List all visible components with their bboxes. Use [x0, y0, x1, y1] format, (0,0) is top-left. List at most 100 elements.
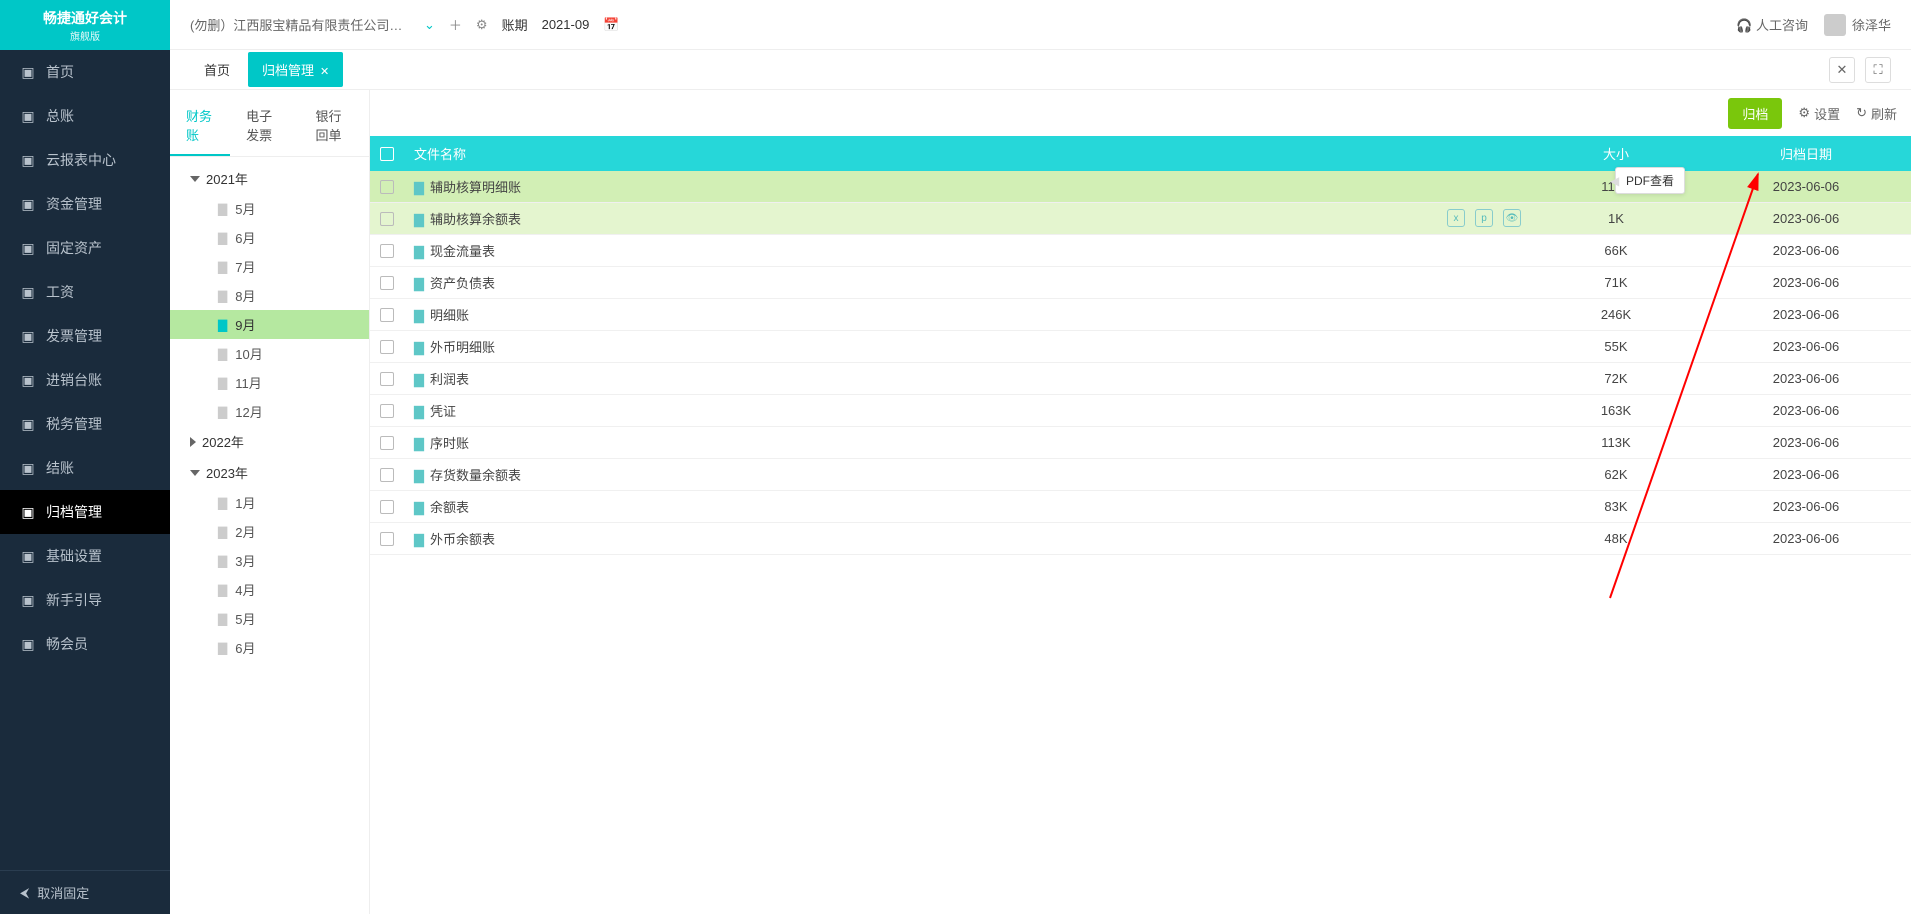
sidebar-item-2[interactable]: ▣云报表中心 [0, 138, 170, 182]
sidebar-item-13[interactable]: ▣畅会员 [0, 622, 170, 666]
tab-0[interactable]: 首页 [190, 52, 244, 87]
sidebar-footer-label: 取消固定 [37, 883, 89, 902]
sidebar-item-3[interactable]: ▣资金管理 [0, 182, 170, 226]
row-checkbox[interactable] [380, 500, 394, 514]
subtab-2[interactable]: 银行回单 [300, 96, 369, 156]
folder-icon: ▇ [218, 641, 227, 655]
tree-year-1[interactable]: 2022年 [170, 426, 369, 457]
tree-month-0-2[interactable]: ▇7月 [170, 252, 369, 281]
sidebar-item-1[interactable]: ▣总账 [0, 94, 170, 138]
tree-month-0-7[interactable]: ▇12月 [170, 397, 369, 426]
file-size: 66K [1531, 235, 1701, 267]
download-excel-icon[interactable]: x [1447, 209, 1465, 227]
close-icon[interactable]: ✕ [320, 66, 329, 78]
folder-icon: ▇ [414, 372, 424, 387]
folder-icon: ▇ [414, 340, 424, 355]
subtab-1[interactable]: 电子发票 [230, 96, 299, 156]
tree-month-0-3[interactable]: ▇8月 [170, 281, 369, 310]
table-row[interactable]: ▇现金流量表66K2023-06-06 [370, 235, 1911, 267]
sidebar-item-8[interactable]: ▣税务管理 [0, 402, 170, 446]
sidebar-item-6[interactable]: ▣发票管理 [0, 314, 170, 358]
table-row[interactable]: ▇明细账246K2023-06-06 [370, 299, 1911, 331]
month-label: 2月 [235, 522, 255, 541]
row-checkbox[interactable] [380, 276, 394, 290]
pdf-view-icon[interactable]: 👁 [1503, 209, 1521, 227]
folder-icon: ▇ [218, 612, 227, 626]
period-value[interactable]: 2021-09 [542, 17, 590, 32]
download-pdf-icon[interactable]: p [1475, 209, 1493, 227]
user-menu[interactable]: 徐泽华 [1824, 14, 1891, 36]
table-row[interactable]: ▇外币余额表48K2023-06-06 [370, 523, 1911, 555]
gear-icon: ⚙ [1798, 105, 1810, 121]
tab-1[interactable]: 归档管理✕ [248, 52, 343, 87]
table-row[interactable]: ▇存货数量余额表62K2023-06-06 [370, 459, 1911, 491]
row-checkbox[interactable] [380, 468, 394, 482]
content: 财务账电子发票银行回单 2021年▇5月▇6月▇7月▇8月▇9月▇10月▇11月… [170, 90, 1911, 914]
tree-month-0-5[interactable]: ▇10月 [170, 339, 369, 368]
sidebar-item-4[interactable]: ▣固定资产 [0, 226, 170, 270]
tree-month-0-1[interactable]: ▇6月 [170, 223, 369, 252]
subtab-0[interactable]: 财务账 [170, 96, 230, 156]
folder-icon: ▇ [218, 583, 227, 597]
gear-icon[interactable]: ⚙ [476, 17, 488, 33]
row-checkbox[interactable] [380, 212, 394, 226]
tree-month-0-4[interactable]: ▇9月 [170, 310, 369, 339]
row-checkbox[interactable] [380, 436, 394, 450]
tree-month-2-1[interactable]: ▇2月 [170, 517, 369, 546]
sidebar-item-12[interactable]: ▣新手引导 [0, 578, 170, 622]
row-checkbox[interactable] [380, 372, 394, 386]
table-row[interactable]: ▇利润表72K2023-06-06 [370, 363, 1911, 395]
sidebar-item-9[interactable]: ▣结账 [0, 446, 170, 490]
table-row[interactable]: ▇序时账113K2023-06-06 [370, 427, 1911, 459]
row-checkbox[interactable] [380, 340, 394, 354]
sidebar-unpin[interactable]: ⮜ 取消固定 [0, 870, 170, 914]
fullscreen-button[interactable]: ⛶ [1865, 57, 1891, 83]
table-row[interactable]: ▇外币明细账55K2023-06-06 [370, 331, 1911, 363]
row-checkbox[interactable] [380, 308, 394, 322]
table-row[interactable]: ▇余额表83K2023-06-06 [370, 491, 1911, 523]
table-row[interactable]: ▇凭证163K2023-06-06 [370, 395, 1911, 427]
file-name: 存货数量余额表 [430, 468, 521, 483]
tree-month-2-5[interactable]: ▇6月 [170, 633, 369, 662]
tree-year-0[interactable]: 2021年 [170, 163, 369, 194]
archive-date: 2023-06-06 [1701, 299, 1911, 331]
tree-month-0-0[interactable]: ▇5月 [170, 194, 369, 223]
refresh-link[interactable]: ↻ 刷新 [1856, 104, 1897, 123]
row-checkbox[interactable] [380, 244, 394, 258]
col-date: 归档日期 [1701, 136, 1911, 171]
add-icon[interactable]: ＋ [449, 15, 462, 34]
tree-month-2-0[interactable]: ▇1月 [170, 488, 369, 517]
sidebar-item-label: 首页 [46, 62, 74, 82]
company-selector[interactable]: (勿删）江西服宝精品有限责任公司（... [190, 15, 410, 34]
tax-icon: ▣ [20, 416, 36, 432]
chevron-down-icon[interactable]: ⌄ [424, 17, 435, 33]
tree-month-2-4[interactable]: ▇5月 [170, 604, 369, 633]
archive-date: 2023-06-06 [1701, 395, 1911, 427]
table-row[interactable]: ▇资产负债表71K2023-06-06 [370, 267, 1911, 299]
tree-month-2-3[interactable]: ▇4月 [170, 575, 369, 604]
calendar-icon[interactable]: 📅 [603, 17, 619, 33]
file-size: 55K [1531, 331, 1701, 363]
tree-month-2-2[interactable]: ▇3月 [170, 546, 369, 575]
table-row[interactable]: ▇辅助核算余额表xp👁1K2023-06-06 [370, 203, 1911, 235]
sidebar-item-11[interactable]: ▣基础设置 [0, 534, 170, 578]
file-name: 辅助核算余额表 [430, 212, 521, 227]
row-checkbox[interactable] [380, 532, 394, 546]
tree-year-2[interactable]: 2023年 [170, 457, 369, 488]
row-checkbox[interactable] [380, 180, 394, 194]
sidebar-item-0[interactable]: ▣首页 [0, 50, 170, 94]
tree-month-0-6[interactable]: ▇11月 [170, 368, 369, 397]
file-name: 凭证 [430, 404, 456, 419]
sidebar-item-5[interactable]: ▣工资 [0, 270, 170, 314]
archive-button[interactable]: 归档 [1728, 98, 1782, 129]
close-all-tabs-button[interactable]: ✕ [1829, 57, 1855, 83]
folder-icon: ▇ [414, 468, 424, 483]
sub-tabs: 财务账电子发票银行回单 [170, 96, 369, 157]
help-link[interactable]: 🎧 人工咨询 [1736, 15, 1808, 34]
sidebar-item-10[interactable]: ▣归档管理 [0, 490, 170, 534]
sidebar-item-7[interactable]: ▣进销台账 [0, 358, 170, 402]
user-name: 徐泽华 [1852, 15, 1891, 34]
select-all-checkbox[interactable] [380, 147, 394, 161]
settings-link[interactable]: ⚙ 设置 [1798, 104, 1840, 123]
row-checkbox[interactable] [380, 404, 394, 418]
